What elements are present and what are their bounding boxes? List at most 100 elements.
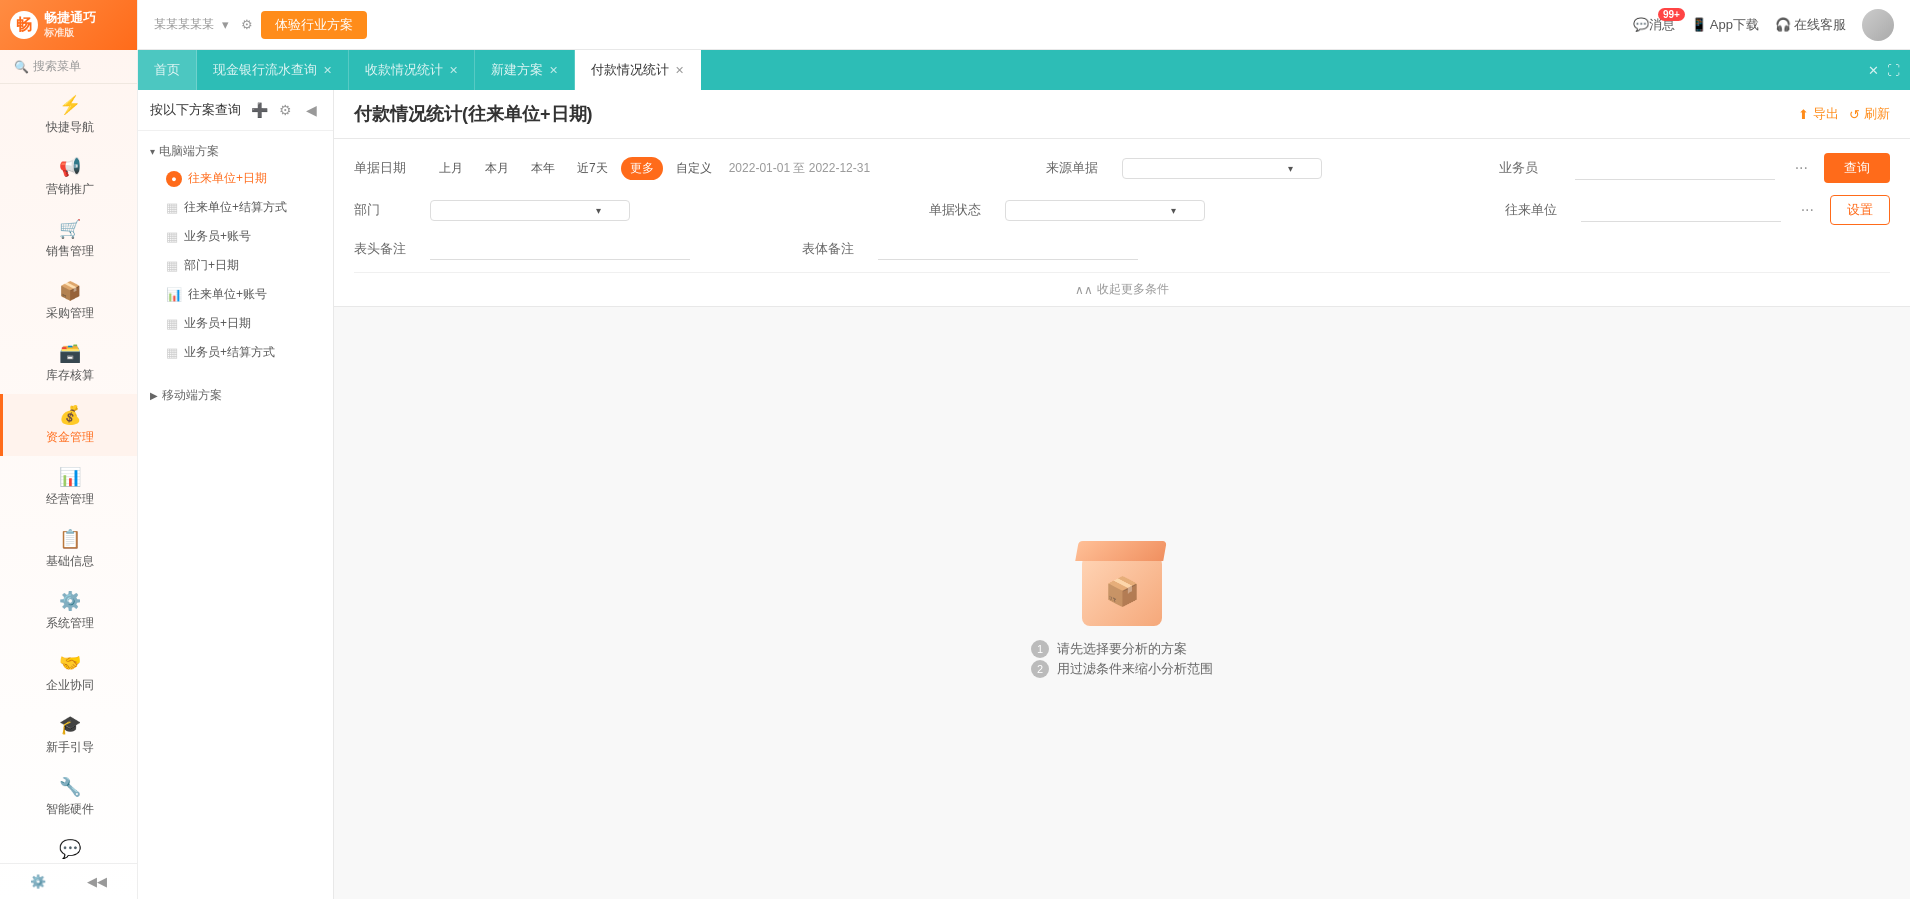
mobile-arrow-icon: ▶ — [150, 390, 158, 401]
tab-cash-flow[interactable]: 现金银行流水查询 ✕ — [197, 50, 349, 90]
trial-button[interactable]: 体验行业方案 — [261, 11, 367, 39]
tab-close-payment[interactable]: ✕ — [675, 64, 684, 77]
empty-illustration: 📦 — [1062, 526, 1182, 626]
sidebar-item-kuaijie[interactable]: ⚡ 快捷导航 — [0, 84, 137, 146]
collapse-filter-button[interactable]: ∧∧ 收起更多条件 — [354, 272, 1890, 306]
step-number-2: 2 — [1031, 660, 1049, 678]
table-icon: ▦ — [166, 200, 178, 215]
tab-payment-stats[interactable]: 付款情况统计 ✕ — [575, 50, 701, 90]
archive-icon: 🗃️ — [59, 342, 81, 364]
active-plan-dot: ● — [166, 171, 182, 187]
plan-item-partner-settlement[interactable]: ▦ 往来单位+结算方式 — [138, 193, 333, 222]
empty-step-1: 1 请先选择要分析的方案 — [1031, 640, 1213, 658]
tab-close-new-plan[interactable]: ✕ — [549, 64, 558, 77]
plan-item-salesman-account[interactable]: ▦ 业务员+账号 — [138, 222, 333, 251]
tab-income-stats[interactable]: 收款情况统计 ✕ — [349, 50, 475, 90]
section-arrow-icon: ▾ — [150, 146, 155, 157]
date-more[interactable]: 更多 — [621, 157, 663, 180]
tab-close-income[interactable]: ✕ — [449, 64, 458, 77]
source-select[interactable]: ▾ — [1122, 158, 1322, 179]
tab-new-plan[interactable]: 新建方案 ✕ — [475, 50, 575, 90]
clipboard-icon: 📋 — [59, 528, 81, 550]
sidebar-item-xitong[interactable]: ⚙️ 系统管理 — [0, 580, 137, 642]
message-icon: 💬 — [1633, 17, 1649, 32]
collapse-panel-button[interactable]: ◀ — [301, 100, 321, 120]
query-button[interactable]: 查询 — [1824, 153, 1890, 183]
date-this-month[interactable]: 本月 — [476, 157, 518, 180]
filter-area: 单据日期 上月 本月 本年 近7天 更多 自定义 2022-01-01 至 20… — [334, 139, 1910, 307]
headset-icon: 🎧 — [1775, 17, 1791, 32]
left-panel-header: 按以下方案查询 ➕ ⚙ ◀ — [138, 90, 333, 131]
desktop-section-title[interactable]: ▾ 电脑端方案 — [138, 139, 333, 164]
filter-row-3: 表头备注 表体备注 — [354, 237, 1890, 260]
tab-expand-icon[interactable]: ⛶ — [1887, 63, 1900, 78]
sidebar-item-qiye[interactable]: 🤝 企业协同 — [0, 642, 137, 704]
export-button[interactable]: ⬆ 导出 — [1798, 105, 1839, 123]
partner-input[interactable] — [1581, 199, 1781, 222]
sidebar-item-jichu[interactable]: 📋 基础信息 — [0, 518, 137, 580]
plan-item-partner-date[interactable]: ● 往来单位+日期 — [138, 164, 333, 193]
date-custom[interactable]: 自定义 — [667, 157, 721, 180]
dept-select[interactable]: ▾ — [430, 200, 630, 221]
tab-close-all-icon[interactable]: ✕ — [1868, 63, 1879, 78]
mobile-section-title[interactable]: ▶ 移动端方案 — [138, 383, 333, 408]
dropdown-chevron-icon[interactable]: ▾ — [222, 17, 229, 32]
body-note-input[interactable] — [878, 237, 1138, 260]
megaphone-icon: 📢 — [59, 156, 81, 178]
refresh-button[interactable]: ↺ 刷新 — [1849, 105, 1890, 123]
plan-item-dept-date[interactable]: ▦ 部门+日期 — [138, 251, 333, 280]
messages-badge[interactable]: 💬 消息 99+ — [1633, 16, 1675, 34]
table-icon2: ▦ — [166, 229, 178, 244]
sidebar-item-xinshou[interactable]: 🎓 新手引导 — [0, 704, 137, 766]
topbar: 某某某某某 ▾ ⚙ 体验行业方案 💬 消息 99+ 📱 App下载 🎧 在线客服 — [138, 0, 1910, 50]
tool-icon: 🔧 — [59, 776, 81, 798]
manage-plan-button[interactable]: ⚙ — [275, 100, 295, 120]
header-note-input[interactable] — [430, 237, 690, 260]
sidebar-item-jingying[interactable]: 📊 经营管理 — [0, 456, 137, 518]
page-title: 付款情况统计(往来单位+日期) — [354, 102, 593, 126]
online-service[interactable]: 🎧 在线客服 — [1775, 16, 1846, 34]
date-last-month[interactable]: 上月 — [430, 157, 472, 180]
sidebar-item-xiaoshou[interactable]: 🛒 销售管理 — [0, 208, 137, 270]
user-avatar[interactable] — [1862, 9, 1894, 41]
mobile-section: ▶ 移动端方案 — [138, 375, 333, 416]
dept-label: 部门 — [354, 201, 414, 219]
sidebar-item-weixin[interactable]: 💬 企业微信 — [0, 828, 137, 863]
partner-more-icon[interactable]: ··· — [1801, 201, 1814, 219]
salesman-label: 业务员 — [1499, 159, 1559, 177]
page-header: 付款情况统计(往来单位+日期) ⬆ 导出 ↺ 刷新 — [334, 90, 1910, 139]
doc-status-select[interactable]: ▾ — [1005, 200, 1205, 221]
flash-icon: ⚡ — [59, 94, 81, 116]
tab-close-cash-flow[interactable]: ✕ — [323, 64, 332, 77]
doc-status-label: 单据状态 — [929, 201, 989, 219]
sidebar-item-caigou[interactable]: 📦 采购管理 — [0, 270, 137, 332]
plan-item-salesman-settlement[interactable]: ▦ 业务员+结算方式 — [138, 338, 333, 367]
logo-icon: 畅 — [10, 11, 38, 39]
add-plan-button[interactable]: ➕ — [249, 100, 269, 120]
tabs-bar: 首页 现金银行流水查询 ✕ 收款情况统计 ✕ 新建方案 ✕ 付款情况统计 ✕ ✕… — [138, 50, 1910, 90]
search-menu[interactable]: 🔍 搜索菜单 — [0, 50, 137, 84]
mobile-icon: 📱 — [1691, 17, 1707, 32]
plan-item-salesman-date[interactable]: ▦ 业务员+日期 — [138, 309, 333, 338]
box-icon: 📦 — [59, 280, 81, 302]
salesman-more-icon[interactable]: ··· — [1795, 159, 1808, 177]
refresh-icon: ↺ — [1849, 107, 1860, 122]
sidebar-item-kucun[interactable]: 🗃️ 库存核算 — [0, 332, 137, 394]
plan-item-partner-account[interactable]: 📊 往来单位+账号 — [138, 280, 333, 309]
collapse-icon[interactable]: ◀◀ — [87, 874, 107, 889]
main-content: 某某某某某 ▾ ⚙ 体验行业方案 💬 消息 99+ 📱 App下载 🎧 在线客服 — [138, 0, 1910, 899]
app-download[interactable]: 📱 App下载 — [1691, 16, 1759, 34]
settings-icon[interactable]: ⚙️ — [30, 874, 46, 889]
salesman-input[interactable] — [1575, 157, 1775, 180]
sidebar-item-yingxiao[interactable]: 📢 营销推广 — [0, 146, 137, 208]
export-icon: ⬆ — [1798, 107, 1809, 122]
sidebar-footer: ⚙️ ◀◀ — [0, 863, 137, 899]
settings-icon[interactable]: ⚙ — [241, 17, 253, 32]
tab-home[interactable]: 首页 — [138, 50, 197, 90]
settings-button[interactable]: 设置 — [1830, 195, 1890, 225]
handshake-icon: 🤝 — [59, 652, 81, 674]
sidebar-item-yingjian[interactable]: 🔧 智能硬件 — [0, 766, 137, 828]
date-7days[interactable]: 近7天 — [568, 157, 617, 180]
date-this-year[interactable]: 本年 — [522, 157, 564, 180]
sidebar-item-zijin[interactable]: 💰 资金管理 — [0, 394, 137, 456]
